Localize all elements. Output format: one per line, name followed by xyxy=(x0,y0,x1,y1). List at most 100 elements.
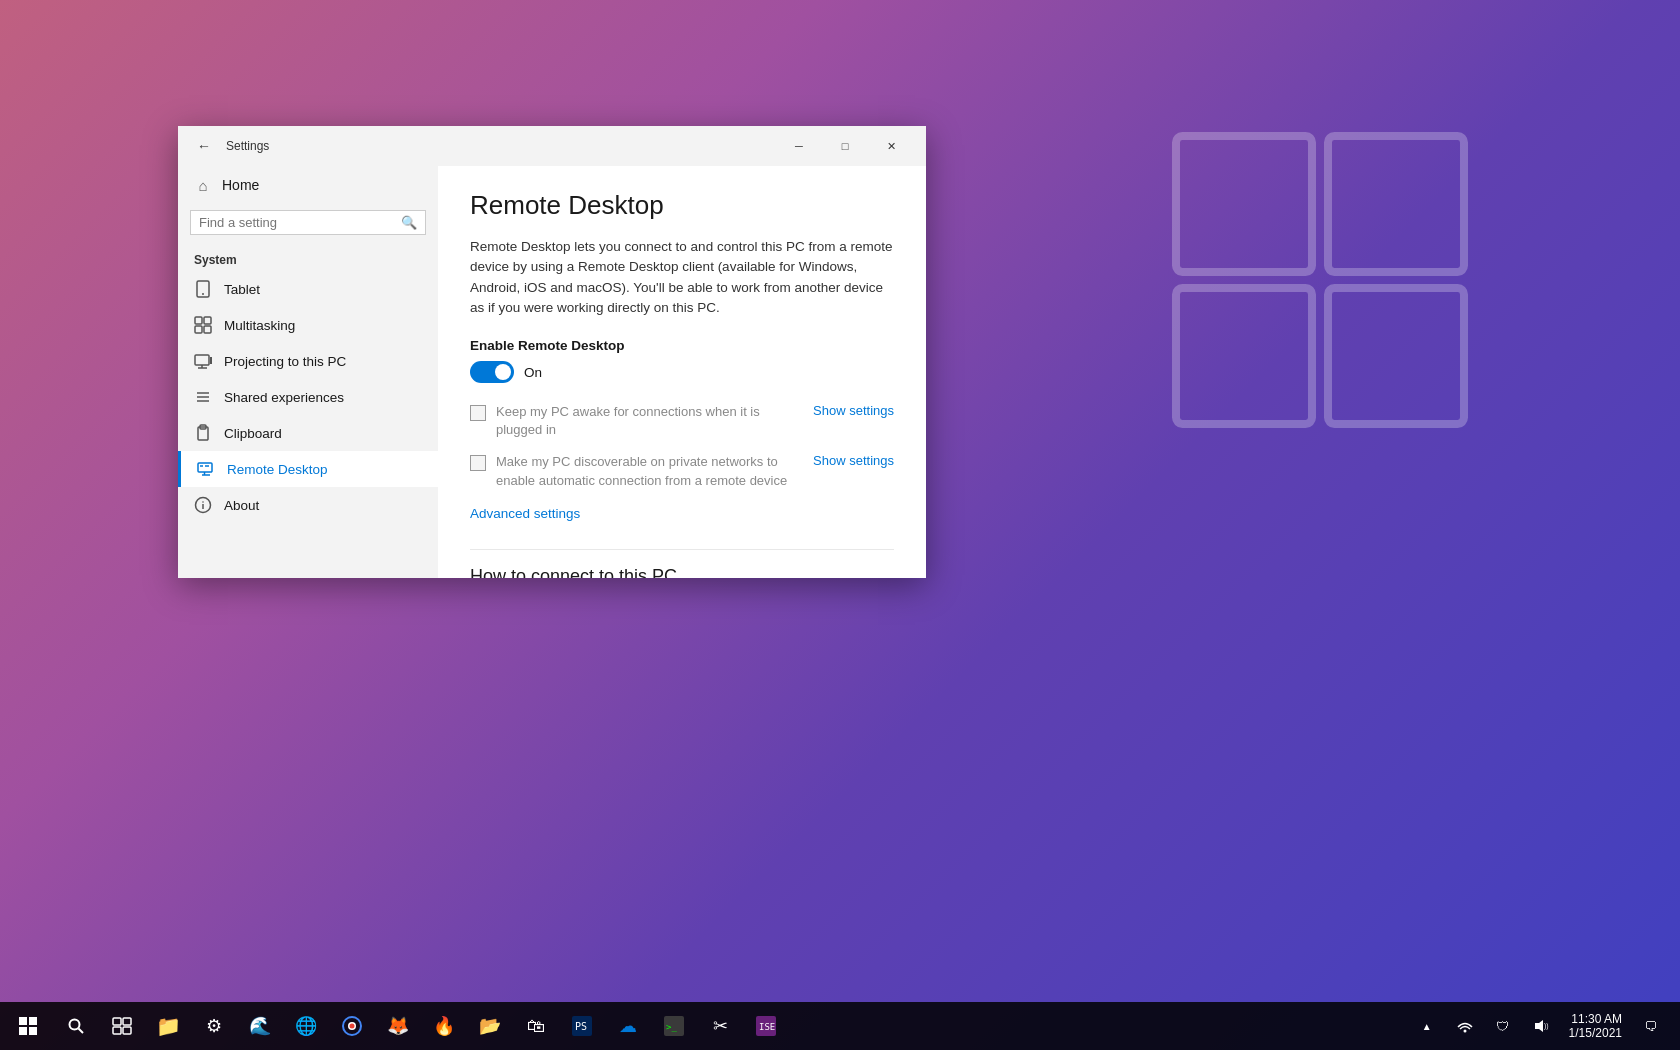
svg-rect-9 xyxy=(204,326,211,333)
taskbar-explorer-button[interactable]: 📁 xyxy=(146,1004,190,1048)
tablet-icon xyxy=(194,280,212,298)
toggle-knob xyxy=(495,364,511,380)
show-settings-link-2[interactable]: Show settings xyxy=(813,453,894,468)
taskbar-chrome-button[interactable] xyxy=(330,1004,374,1048)
sidebar-home-label: Home xyxy=(222,177,259,193)
svg-rect-8 xyxy=(195,326,202,333)
projecting-icon xyxy=(194,352,212,370)
about-icon xyxy=(194,496,212,514)
taskbar-notifications-icon[interactable]: 🗨 xyxy=(1632,1004,1668,1048)
main-content: ⌂ Home 🔍 System Tablet xyxy=(178,166,926,578)
taskbar-azure-button[interactable]: ☁ xyxy=(606,1004,650,1048)
taskbar-store-button[interactable]: 🛍 xyxy=(514,1004,558,1048)
svg-text:ISE: ISE xyxy=(759,1022,775,1032)
sidebar-item-home[interactable]: ⌂ Home xyxy=(178,166,438,204)
svg-line-32 xyxy=(79,1029,84,1034)
window-controls: ─ □ ✕ xyxy=(776,130,914,162)
taskbar-folder-button[interactable]: 📂 xyxy=(468,1004,512,1048)
toggle-row: On xyxy=(470,361,894,383)
svg-rect-3 xyxy=(1328,288,1464,424)
taskbar: 📁 ⚙ 🌊 🌐 🦊 🔥 📂 🛍 PS ☁ >_ ✂ xyxy=(0,1002,1680,1050)
taskbar-search-button[interactable] xyxy=(54,1004,98,1048)
svg-text:)))): )))) xyxy=(1544,1022,1549,1030)
taskbar-chevron-icon[interactable]: ▲ xyxy=(1409,1004,1445,1048)
svg-rect-7 xyxy=(204,317,211,324)
section-divider xyxy=(470,549,894,550)
svg-rect-2 xyxy=(1176,288,1312,424)
search-input[interactable] xyxy=(199,215,401,230)
svg-rect-30 xyxy=(29,1027,37,1035)
svg-rect-36 xyxy=(123,1027,131,1034)
sidebar-item-clipboard-label: Clipboard xyxy=(224,426,282,441)
svg-marker-47 xyxy=(1535,1020,1543,1032)
svg-rect-33 xyxy=(113,1018,121,1025)
advanced-settings-link[interactable]: Advanced settings xyxy=(470,506,580,521)
taskbar-ise-button[interactable]: ISE xyxy=(744,1004,788,1048)
svg-text:>_: >_ xyxy=(666,1022,677,1032)
home-icon: ⌂ xyxy=(194,176,212,194)
taskbar-firefox2-button[interactable]: 🔥 xyxy=(422,1004,466,1048)
taskbar-edge2-button[interactable]: 🌐 xyxy=(284,1004,328,1048)
sidebar-item-projecting[interactable]: Projecting to this PC xyxy=(178,343,438,379)
sidebar-item-shared-label: Shared experiences xyxy=(224,390,344,405)
multitasking-icon xyxy=(194,316,212,334)
checkbox-row-1: Keep my PC awake for connections when it… xyxy=(470,403,894,439)
sidebar-item-shared[interactable]: Shared experiences xyxy=(178,379,438,415)
sidebar-item-about[interactable]: About xyxy=(178,487,438,523)
taskbar-network-icon[interactable] xyxy=(1447,1004,1483,1048)
back-button[interactable]: ← xyxy=(190,132,218,160)
checkbox-1-text: Keep my PC awake for connections when it… xyxy=(496,403,795,439)
sidebar-item-clipboard[interactable]: Clipboard xyxy=(178,415,438,451)
clock-time: 11:30 AM xyxy=(1571,1012,1622,1026)
section-subtitle: How to connect to this PC xyxy=(470,566,894,578)
toggle-state-label: On xyxy=(524,365,542,380)
svg-point-31 xyxy=(70,1020,80,1030)
taskbar-settings-button[interactable]: ⚙ xyxy=(192,1004,236,1048)
svg-rect-10 xyxy=(195,355,209,365)
checkbox-2-text: Make my PC discoverable on private netwo… xyxy=(496,453,795,489)
checkbox-1[interactable] xyxy=(470,405,486,421)
page-title: Remote Desktop xyxy=(470,190,894,221)
svg-point-39 xyxy=(350,1024,355,1029)
taskbar-system-tray: ▲ 🛡 )))) 11:30 AM 1/15/2021 🗨 xyxy=(1409,1004,1676,1048)
clipboard-icon xyxy=(194,424,212,442)
taskbar-taskview-button[interactable] xyxy=(100,1004,144,1048)
sidebar-item-remote[interactable]: Remote Desktop xyxy=(178,451,438,487)
search-box[interactable]: 🔍 xyxy=(190,210,426,235)
taskbar-edge-button[interactable]: 🌊 xyxy=(238,1004,282,1048)
close-button[interactable]: ✕ xyxy=(868,130,914,162)
svg-rect-0 xyxy=(1176,136,1312,272)
maximize-button[interactable]: □ xyxy=(822,130,868,162)
svg-rect-34 xyxy=(123,1018,131,1025)
taskbar-snip-button[interactable]: ✂ xyxy=(698,1004,742,1048)
remote-desktop-toggle[interactable] xyxy=(470,361,514,383)
taskbar-cmd-button[interactable]: >_ xyxy=(652,1004,696,1048)
search-icon: 🔍 xyxy=(401,215,417,230)
window-title: Settings xyxy=(226,139,776,153)
taskbar-volume-icon[interactable]: )))) xyxy=(1523,1004,1559,1048)
sidebar-item-multitasking[interactable]: Multitasking xyxy=(178,307,438,343)
start-button[interactable] xyxy=(4,1002,52,1050)
sidebar-item-projecting-label: Projecting to this PC xyxy=(224,354,346,369)
page-description: Remote Desktop lets you connect to and c… xyxy=(470,237,894,318)
sidebar-item-multitasking-label: Multitasking xyxy=(224,318,295,333)
minimize-button[interactable]: ─ xyxy=(776,130,822,162)
checkbox-2[interactable] xyxy=(470,455,486,471)
svg-rect-27 xyxy=(19,1017,27,1025)
taskbar-firefox-button[interactable]: 🦊 xyxy=(376,1004,420,1048)
taskbar-powershell-button[interactable]: PS xyxy=(560,1004,604,1048)
svg-rect-19 xyxy=(198,463,212,472)
svg-rect-6 xyxy=(195,317,202,324)
sidebar-item-tablet[interactable]: Tablet xyxy=(178,271,438,307)
taskbar-clock[interactable]: 11:30 AM 1/15/2021 xyxy=(1561,1004,1630,1048)
content-panel: Remote Desktop Remote Desktop lets you c… xyxy=(438,166,926,578)
svg-rect-29 xyxy=(19,1027,27,1035)
sidebar: ⌂ Home 🔍 System Tablet xyxy=(178,166,438,578)
clock-date: 1/15/2021 xyxy=(1569,1026,1622,1040)
svg-point-46 xyxy=(1463,1030,1466,1033)
checkbox-row-2: Make my PC discoverable on private netwo… xyxy=(470,453,894,489)
show-settings-link-1[interactable]: Show settings xyxy=(813,403,894,418)
toggle-label: Enable Remote Desktop xyxy=(470,338,894,353)
taskbar-vpn-icon[interactable]: 🛡 xyxy=(1485,1004,1521,1048)
sidebar-item-tablet-label: Tablet xyxy=(224,282,260,297)
